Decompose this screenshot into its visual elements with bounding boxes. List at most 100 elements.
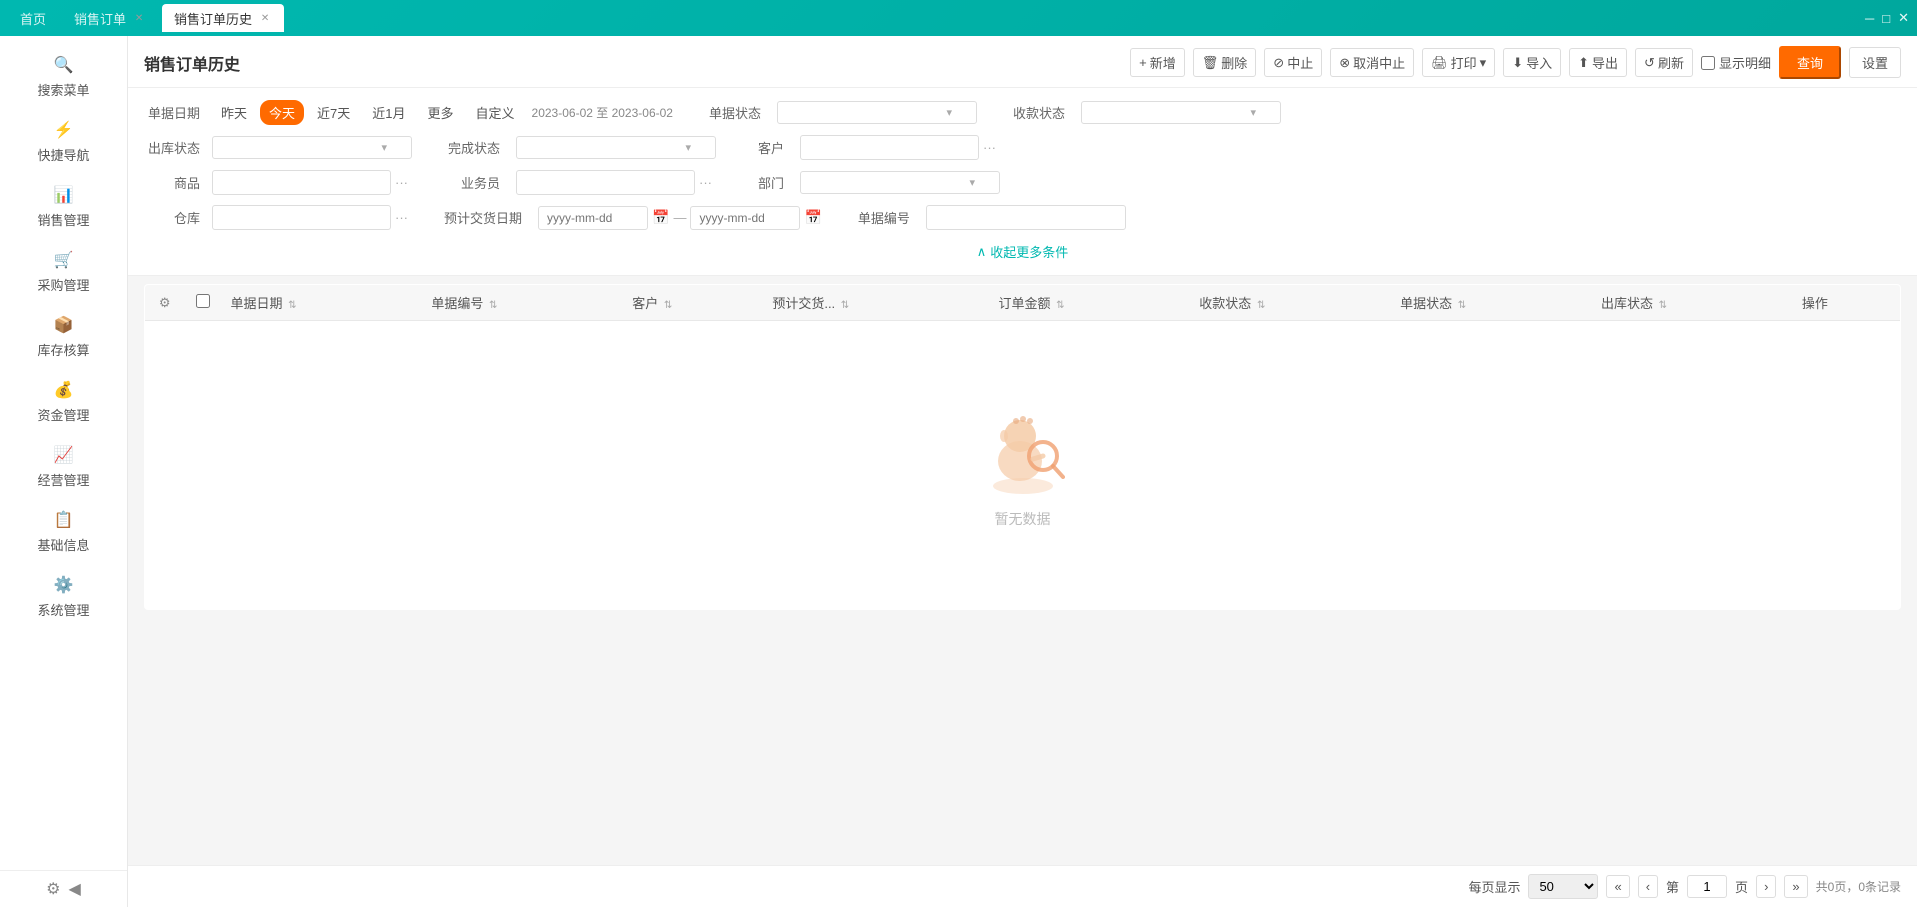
tab-sales-order-close[interactable]: ✕ [132,11,146,25]
salesperson-ellipsis-icon[interactable]: ··· [695,171,716,194]
col-date-sort-icon[interactable]: ⇅ [288,300,296,311]
stop-button[interactable]: ⊘ 中止 [1264,48,1322,77]
product-label: 商品 [144,173,200,192]
yesterday-label: 昨天 [221,106,247,121]
refresh-button[interactable]: ↺ 刷新 [1635,48,1693,77]
sidebar-collapse-icon[interactable]: ◀ [69,879,81,899]
new-label: 新增 [1150,53,1176,72]
purchase-mgmt-icon: 🛒 [53,249,75,271]
customer-input[interactable] [800,135,979,160]
settings-label: 设置 [1862,56,1888,71]
table-select-all-checkbox[interactable] [196,294,210,308]
product-input[interactable] [212,170,391,195]
sidebar-item-basic-info[interactable]: 📋 基础信息 [0,499,127,564]
last-page-button[interactable]: » [1784,875,1807,898]
last7-btn[interactable]: 近7天 [308,100,359,125]
sidebar-item-sys-mgmt-label: 系统管理 [37,600,89,619]
delete-button[interactable]: 🗑 删除 [1193,48,1257,77]
department-select[interactable]: ▾ [800,171,1000,194]
col-payment-status: 收款状态 ⇅ [1189,285,1390,321]
prev-page-button[interactable]: ‹ [1638,875,1658,898]
col-payment-status-sort-icon[interactable]: ⇅ [1257,300,1265,311]
col-delivery-date: 预计交货... ⇅ [762,285,988,321]
delivery-date-end-cal-icon[interactable]: 📅 [804,209,821,226]
delivery-date-end[interactable] [690,206,800,230]
next-page-button[interactable]: › [1756,875,1776,898]
order-no-input[interactable] [926,205,1126,230]
sidebar-item-sales-mgmt[interactable]: 📊 销售管理 [0,174,127,239]
custom-btn[interactable]: 自定义 [467,100,524,125]
cancel-stop-label: 取消中止 [1353,53,1405,72]
order-status-select[interactable]: ▾ [777,101,977,124]
salesperson-label: 业务员 [444,173,500,192]
customer-ellipsis-icon[interactable]: ··· [979,136,1000,159]
tab-home[interactable]: 首页 [8,4,58,32]
last1m-btn[interactable]: 近1月 [363,100,414,125]
filter-row-4: 仓库 ··· 预计交货日期 📅 — 📅 单据编号 [144,205,1901,230]
sidebar-item-sys-mgmt[interactable]: ⚙️ 系统管理 [0,564,127,629]
delivery-status-select[interactable]: ▾ [212,136,412,159]
refresh-icon: ↺ [1644,55,1655,71]
sidebar-item-inventory[interactable]: 📦 库存核算 [0,304,127,369]
sidebar-item-sales-mgmt-label: 销售管理 [37,210,89,229]
col-order-status-sort-icon[interactable]: ⇅ [1458,300,1466,311]
collapse-btn[interactable]: ∧ 收起更多条件 [144,240,1901,263]
delivery-date-sep: — [673,210,686,225]
filter-row-1: 单据日期 昨天 今天 近7天 近1月 更多 [144,100,1901,125]
sidebar-item-search-menu[interactable]: 🔍 搜索菜单 [0,44,127,109]
new-icon: + [1139,55,1147,70]
import-button[interactable]: ⬇ 导入 [1503,48,1561,77]
sidebar-settings-icon[interactable]: ⚙ [46,879,60,899]
content-area: 销售订单历史 + 新增 🗑 删除 ⊘ 中止 ⊗ 取消中止 [128,36,1917,907]
first-page-button[interactable]: « [1606,875,1629,898]
col-order-no-sort-icon[interactable]: ⇅ [489,300,497,311]
delivery-date-start[interactable] [538,206,648,230]
col-amount-sort-icon[interactable]: ⇅ [1056,300,1064,311]
display-toggle-checkbox[interactable] [1701,56,1715,70]
today-btn[interactable]: 今天 [260,100,304,125]
tab-sales-order-history[interactable]: 销售订单历史 ✕ [162,4,284,32]
today-label: 今天 [269,106,295,121]
warehouse-input[interactable] [212,205,391,230]
print-button[interactable]: 🖨 打印 ▾ [1422,48,1495,77]
filter-row-3: 商品 ··· 业务员 ··· 部门 ▾ [144,170,1901,195]
col-payment-status-label: 收款状态 [1199,296,1251,311]
close-window-icon[interactable]: ✕ [1898,10,1909,26]
settings-button[interactable]: 设置 [1849,47,1901,78]
sidebar-item-quick-nav[interactable]: ⚡ 快捷导航 [0,109,127,174]
yesterday-btn[interactable]: 昨天 [212,100,256,125]
sidebar: 🔍 搜索菜单 ⚡ 快捷导航 📊 销售管理 🛒 采购管理 📦 库存核算 💰 资金管… [0,36,128,907]
page-input[interactable] [1687,875,1727,898]
tab-sales-order[interactable]: 销售订单 ✕ [62,4,158,32]
col-customer-sort-icon[interactable]: ⇅ [664,300,672,311]
product-ellipsis-icon[interactable]: ··· [391,171,412,194]
per-page-select[interactable]: 50 10 20 100 [1528,874,1598,899]
col-delivery-status-sort-icon[interactable]: ⇅ [1659,300,1667,311]
new-button[interactable]: + 新增 [1130,48,1185,77]
table-settings-col: ⚙ [145,285,185,321]
tab-sales-order-history-close[interactable]: ✕ [258,11,272,25]
delete-label: 删除 [1221,53,1247,72]
payment-status-select[interactable]: ▾ [1081,101,1281,124]
completion-status-select[interactable]: ▾ [516,136,716,159]
minimize-icon[interactable]: ─ [1865,11,1874,26]
table-gear-icon[interactable]: ⚙ [159,295,171,310]
warehouse-ellipsis-icon[interactable]: ··· [391,206,412,229]
sidebar-item-operations[interactable]: 📈 经营管理 [0,434,127,499]
salesperson-input[interactable] [516,170,695,195]
more-btn[interactable]: 更多 [419,100,463,125]
empty-area: 暂无数据 [145,321,1900,609]
sidebar-item-purchase-mgmt[interactable]: 🛒 采购管理 [0,239,127,304]
export-button[interactable]: ⬆ 导出 [1569,48,1627,77]
maximize-icon[interactable]: □ [1882,11,1890,26]
col-delivery-date-sort-icon[interactable]: ⇅ [841,300,849,311]
cancel-stop-button[interactable]: ⊗ 取消中止 [1330,48,1414,77]
display-toggle[interactable]: 显示明细 [1701,53,1771,72]
stop-label: 中止 [1287,53,1313,72]
next-page-icon: › [1764,879,1768,894]
sidebar-item-finance[interactable]: 💰 资金管理 [0,369,127,434]
query-button[interactable]: 查询 [1779,46,1841,79]
col-action-label: 操作 [1802,296,1828,311]
tab-home-label: 首页 [20,9,46,28]
delivery-date-start-cal-icon[interactable]: 📅 [652,209,669,226]
